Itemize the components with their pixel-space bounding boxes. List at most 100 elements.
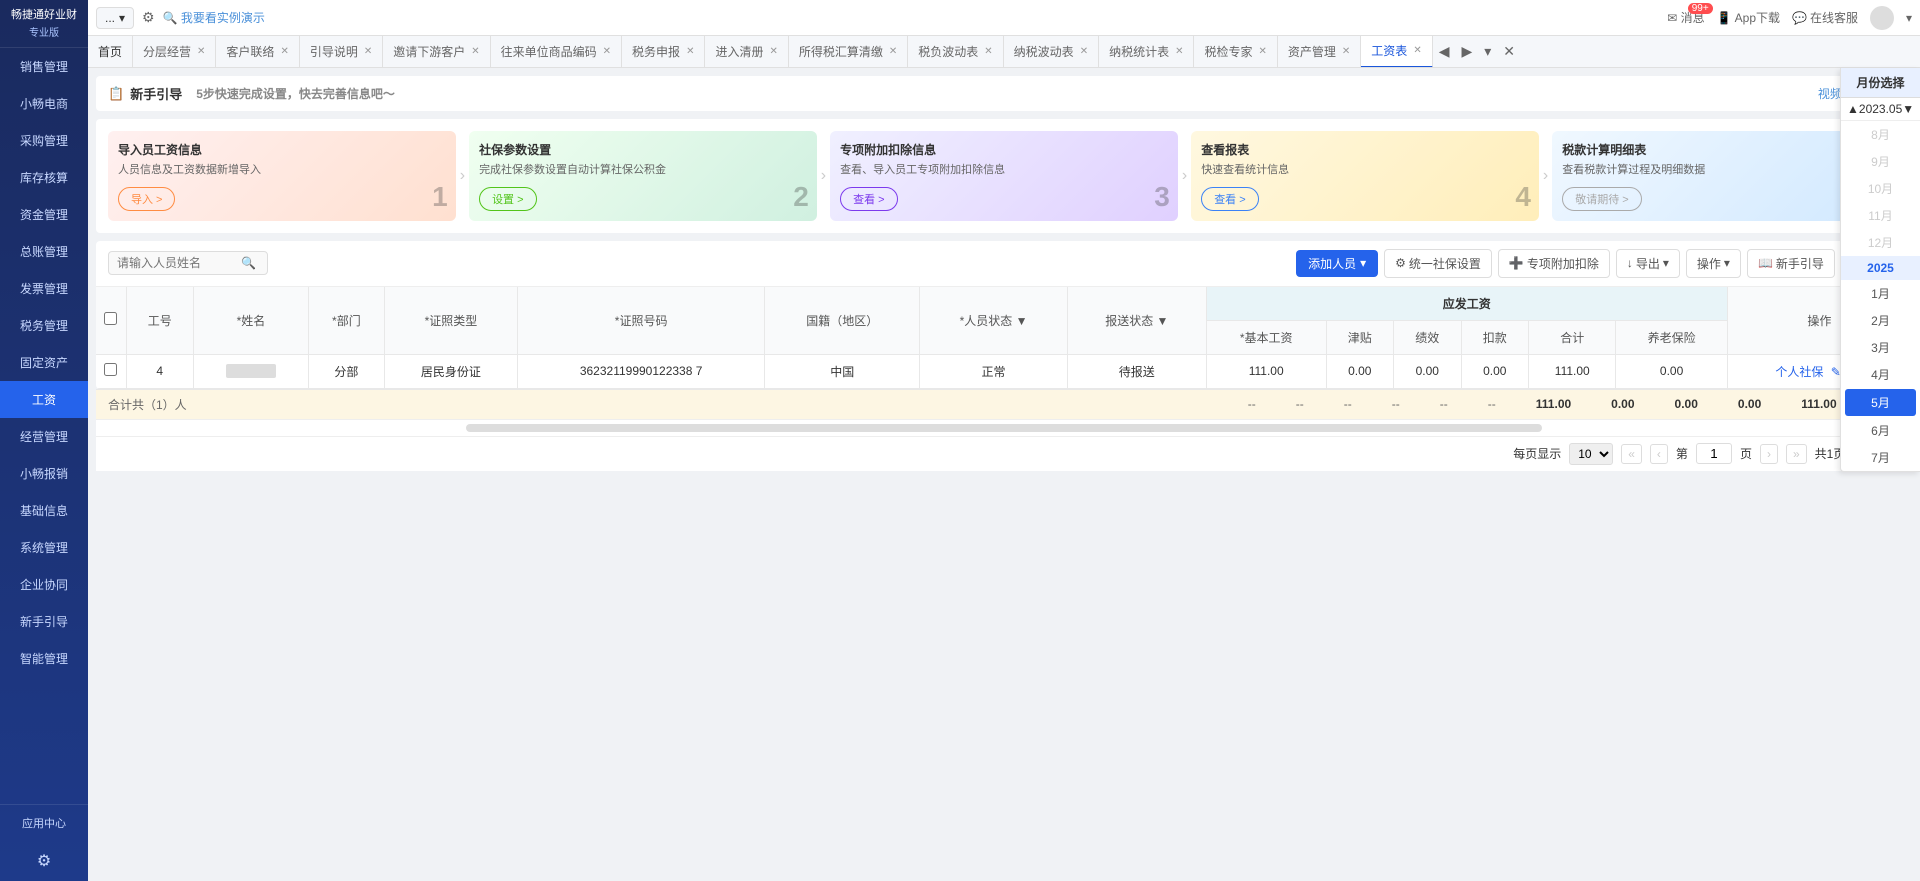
sidebar-item-ai[interactable]: 智能管理 [0, 640, 88, 677]
sidebar-item-finance[interactable]: 资金管理 [0, 196, 88, 233]
sidebar-item-system[interactable]: 系统管理 [0, 529, 88, 566]
personal-insurance-link[interactable]: 个人社保 [1775, 365, 1823, 379]
sidebar-item-ledger[interactable]: 总账管理 [0, 233, 88, 270]
tab-close-all-icon[interactable]: ✕ [1497, 43, 1521, 60]
tab-close-icon[interactable]: ✕ [364, 46, 372, 57]
tab-tax-report[interactable]: 税务申报 ✕ [622, 36, 705, 68]
filter-icon[interactable]: ▼ [1016, 314, 1028, 328]
search-input[interactable] [117, 256, 237, 270]
month-item-9: 9月 [1841, 148, 1920, 175]
search-box[interactable]: 🔍 [108, 251, 268, 275]
month-item-7[interactable]: 7月 [1841, 444, 1920, 471]
tab-inventory[interactable]: 进入清册 ✕ [705, 36, 788, 68]
select-all-header[interactable] [96, 287, 126, 355]
tab-tax-stats[interactable]: 纳税统计表 ✕ [1099, 36, 1194, 68]
sidebar-item-expense[interactable]: 小畅报销 [0, 455, 88, 492]
sidebar-item-guide[interactable]: 新手引导 [0, 603, 88, 640]
tab-income-tax[interactable]: 所得税汇算清缴 ✕ [789, 36, 908, 68]
sidebar-item-basic[interactable]: 基础信息 [0, 492, 88, 529]
export-btn[interactable]: ↓ 导出 ▾ [1616, 249, 1680, 278]
tab-home[interactable]: 首页 [88, 36, 133, 68]
tab-close-icon[interactable]: ✕ [197, 46, 205, 57]
sidebar-item-app-center[interactable]: 应用中心 [0, 804, 88, 841]
tab-close-icon[interactable]: ✕ [1080, 46, 1088, 57]
tab-close-icon[interactable]: ✕ [603, 46, 611, 57]
sidebar-item-tax[interactable]: 税务管理 [0, 307, 88, 344]
tab-tax-burden[interactable]: 税负波动表 ✕ [908, 36, 1003, 68]
step-5-btn[interactable]: 敬请期待 > [1562, 187, 1641, 211]
step-2-btn[interactable]: 设置 > [479, 187, 536, 211]
tab-layered-management[interactable]: 分层经营 ✕ [133, 36, 216, 68]
user-avatar[interactable] [1870, 6, 1894, 30]
sidebar-item-purchase[interactable]: 采购管理 [0, 122, 88, 159]
unified-settings-btn[interactable]: ⚙ 统一社保设置 [1384, 249, 1492, 278]
tab-prev-icon[interactable]: ◀ [1433, 43, 1456, 60]
last-page-btn[interactable]: » [1786, 444, 1807, 464]
search-icon[interactable]: 🔍 [241, 256, 256, 270]
tab-guide[interactable]: 引导说明 ✕ [300, 36, 383, 68]
message-btn[interactable]: ✉ 消息 99+ [1667, 9, 1704, 26]
sidebar-item-collab[interactable]: 企业协同 [0, 566, 88, 603]
guide-video-btn[interactable]: 视频 [1818, 85, 1842, 102]
tab-tax-expert[interactable]: 税检专家 ✕ [1194, 36, 1277, 68]
app-download-btn[interactable]: 📱App下载 [1717, 9, 1780, 26]
company-selector[interactable]: ... ▾ [96, 7, 134, 29]
row-checkbox[interactable] [104, 363, 117, 376]
month-down-btn[interactable]: ▼ [1902, 102, 1914, 116]
add-person-btn[interactable]: 添加人员 ▾ [1296, 250, 1378, 277]
sidebar-item-sales[interactable]: 销售管理 [0, 48, 88, 85]
newbie-guide-btn[interactable]: 📖 新手引导 [1747, 249, 1835, 278]
special-deduction-btn[interactable]: ➕ 专项附加扣除 [1498, 249, 1610, 278]
sidebar-item-salary[interactable]: 工资 [0, 381, 88, 418]
demo-link[interactable]: 🔍 我要看实例演示 [163, 9, 265, 26]
settings-gear-icon[interactable]: ⚙ [142, 9, 155, 26]
tab-product-code[interactable]: 往来单位商品编码 ✕ [491, 36, 622, 68]
month-year-2025[interactable]: 2025 [1841, 256, 1920, 280]
tab-close-icon[interactable]: ✕ [471, 46, 479, 57]
tab-more-icon[interactable]: ▾ [1478, 43, 1497, 60]
sidebar-item-ecommerce[interactable]: 小畅电商 [0, 85, 88, 122]
month-item-6[interactable]: 6月 [1841, 417, 1920, 444]
filter-icon[interactable]: ▼ [1157, 314, 1169, 328]
prev-page-btn[interactable]: ‹ [1650, 444, 1668, 464]
tab-close-icon[interactable]: ✕ [769, 46, 777, 57]
month-item-2[interactable]: 2月 [1841, 307, 1920, 334]
select-all-checkbox[interactable] [104, 312, 117, 325]
first-page-btn[interactable]: « [1621, 444, 1642, 464]
tab-close-icon[interactable]: ✕ [1342, 46, 1350, 57]
month-item-1[interactable]: 1月 [1841, 280, 1920, 307]
tab-invite-customer[interactable]: 邀请下游客户 ✕ [383, 36, 490, 68]
row-checkbox-cell[interactable] [96, 354, 126, 388]
online-service-btn[interactable]: 💬在线客服 [1792, 9, 1858, 26]
sidebar-item-inventory[interactable]: 库存核算 [0, 159, 88, 196]
tab-customer-contact[interactable]: 客户联络 ✕ [216, 36, 299, 68]
next-page-btn[interactable]: › [1760, 444, 1778, 464]
tab-close-icon[interactable]: ✕ [1259, 46, 1267, 57]
month-item-8: 8月 [1841, 121, 1920, 148]
tab-tax-fluctuation[interactable]: 纳税波动表 ✕ [1004, 36, 1099, 68]
tab-close-icon[interactable]: ✕ [686, 46, 694, 57]
step-3-btn[interactable]: 查看 > [840, 187, 897, 211]
sidebar-item-asset[interactable]: 固定资产 [0, 344, 88, 381]
step-4-btn[interactable]: 查看 > [1201, 187, 1258, 211]
tab-close-icon[interactable]: ✕ [984, 46, 992, 57]
tab-asset-mgmt[interactable]: 资产管理 ✕ [1278, 36, 1361, 68]
month-up-btn[interactable]: ▲ [1847, 102, 1859, 116]
tab-close-icon[interactable]: ✕ [280, 46, 288, 57]
operations-btn[interactable]: 操作 ▾ [1686, 249, 1741, 278]
tab-salary[interactable]: 工资表 ✕ [1361, 36, 1432, 68]
month-item-4[interactable]: 4月 [1841, 361, 1920, 388]
tab-close-icon[interactable]: ✕ [1413, 45, 1421, 56]
settings-icon[interactable]: ⚙ [0, 841, 88, 881]
page-size-select[interactable]: 10 20 50 [1569, 443, 1613, 465]
tab-close-icon[interactable]: ✕ [1175, 46, 1183, 57]
tab-close-icon[interactable]: ✕ [889, 46, 897, 57]
tab-next-icon[interactable]: ▶ [1455, 43, 1478, 60]
sidebar-item-invoice[interactable]: 发票管理 [0, 270, 88, 307]
sidebar-item-management[interactable]: 经营管理 [0, 418, 88, 455]
month-item-3[interactable]: 3月 [1841, 334, 1920, 361]
month-item-5[interactable]: 5月 [1845, 389, 1916, 416]
page-number-input[interactable] [1696, 443, 1732, 464]
step-1-btn[interactable]: 导入 > [118, 187, 175, 211]
user-menu-btn[interactable]: ▾ [1906, 11, 1912, 25]
